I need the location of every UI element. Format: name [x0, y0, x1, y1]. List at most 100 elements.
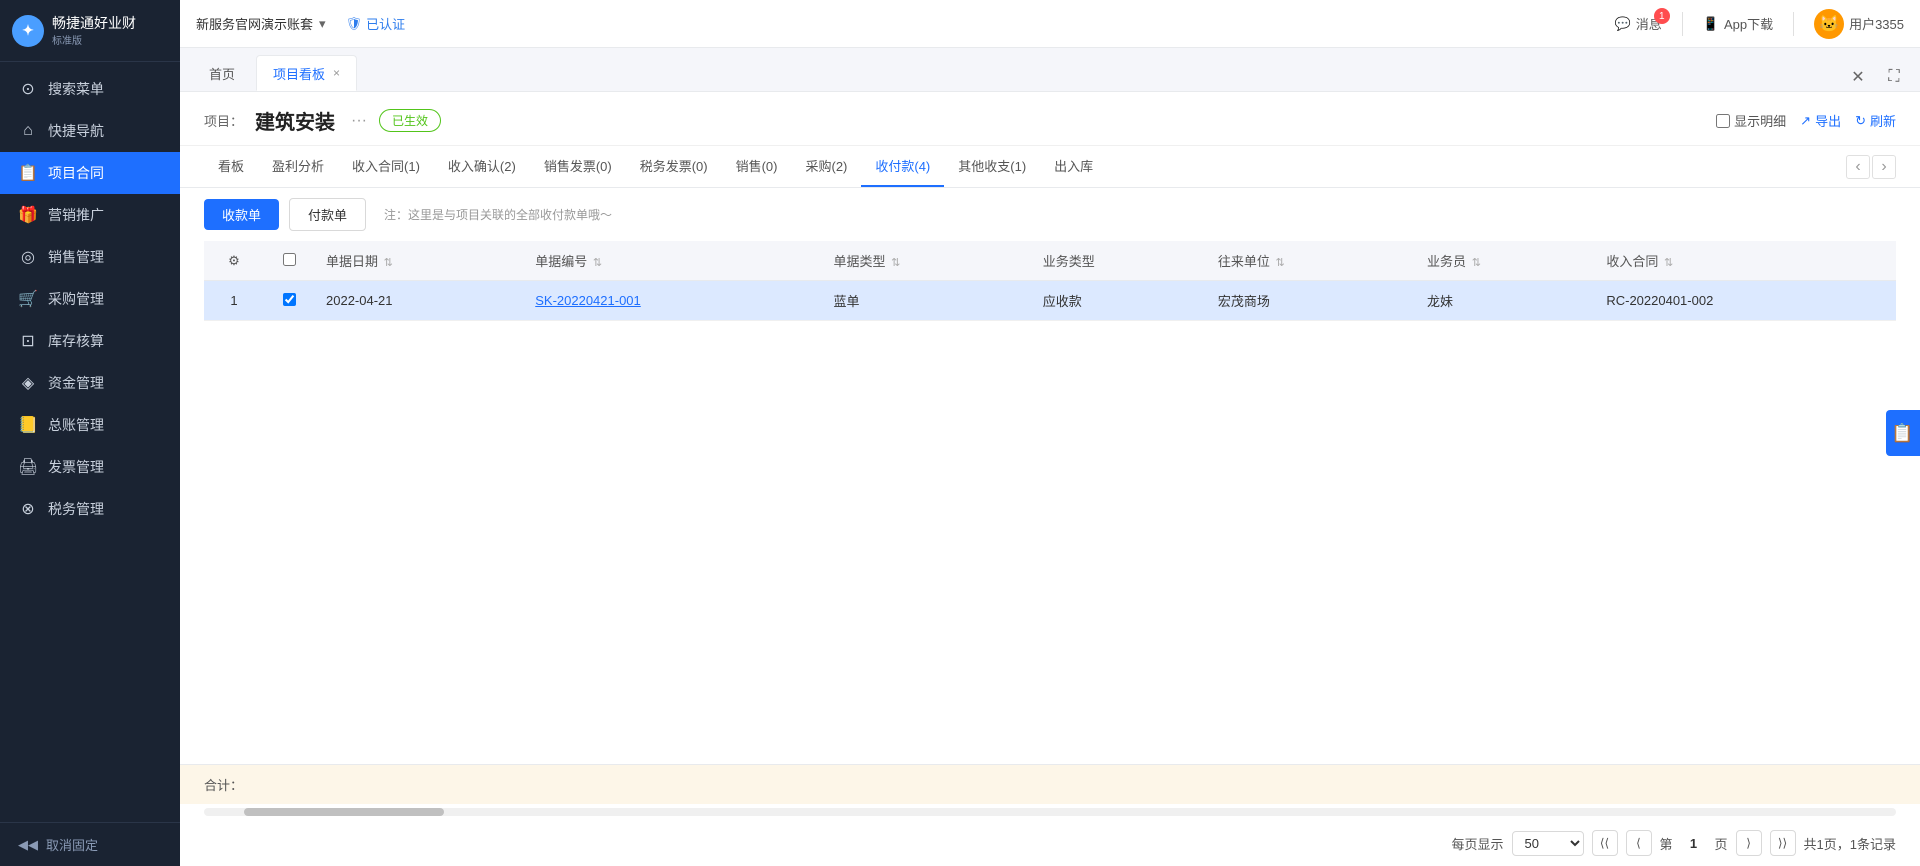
receipt-table: ⚙ 单据日期 ⇅ 单据编号 ⇅: [204, 241, 1896, 321]
content-area: 项目： 建筑安装 ··· 已生效 显示明细 ↗ 导出 ↻ 刷新: [180, 92, 1920, 866]
sub-tab-sales[interactable]: 销售(0): [722, 146, 792, 187]
maximize-window-button[interactable]: ⛶: [1880, 63, 1908, 91]
gift-icon: 🎁: [18, 205, 38, 225]
sidebar-unpin[interactable]: ◀◀ 取消固定: [0, 822, 180, 866]
sort-income-contract-icon[interactable]: ⇅: [1664, 257, 1673, 269]
sidebar-logo: ✦ 畅捷通好业财 标准版: [0, 0, 180, 62]
export-icon: ↗: [1800, 113, 1811, 129]
tab-home[interactable]: 首页: [192, 55, 252, 91]
total-info: 共1页，1条记录: [1804, 834, 1896, 853]
right-float-button[interactable]: 📋: [1886, 410, 1920, 456]
sidebar-item-capital[interactable]: ◈ 资金管理: [0, 362, 180, 404]
col-number-label: 单据编号: [535, 254, 587, 269]
sub-tab-sales-invoice[interactable]: 销售发票(0): [530, 146, 626, 187]
tab-close-icon[interactable]: ×: [333, 66, 340, 80]
sub-tab-receipt[interactable]: 收付款(4): [861, 146, 944, 187]
sort-number-icon[interactable]: ⇅: [593, 257, 602, 269]
sub-tab-tax-invoice[interactable]: 税务发票(0): [626, 146, 722, 187]
message-button[interactable]: 💬 消息 1: [1615, 14, 1662, 33]
sort-partner-icon[interactable]: ⇅: [1275, 257, 1284, 269]
invoice-icon: 🖨: [18, 457, 38, 477]
topbar-right: 💬 消息 1 📱 App下载 🐱 用户3355: [1615, 9, 1904, 39]
sidebar-item-purchase[interactable]: 🛒 采购管理: [0, 278, 180, 320]
col-salesperson: 业务员 ⇅: [1415, 241, 1594, 281]
tab-project-kanban-label: 项目看板: [273, 64, 325, 83]
cell-biz-type: 应收款: [1031, 281, 1206, 321]
settings-icon[interactable]: ⚙: [228, 253, 240, 268]
col-biz-type: 业务类型: [1031, 241, 1206, 281]
prev-page-button[interactable]: ⟨: [1626, 830, 1652, 856]
certified-label: 已认证: [366, 14, 405, 33]
last-page-button[interactable]: ⟩⟩: [1770, 830, 1796, 856]
sort-salesperson-icon[interactable]: ⇅: [1472, 257, 1481, 269]
topbar: 新服务官网演示账套 ▾ 🛡 已认证 💬 消息 1 📱 App下载 🐱 用户335…: [180, 0, 1920, 48]
tab-project-kanban[interactable]: 项目看板 ×: [256, 55, 357, 91]
per-page-select[interactable]: 50 100: [1512, 831, 1584, 856]
sub-tab-warehouse[interactable]: 出入库: [1040, 146, 1107, 187]
sub-tab-purchase[interactable]: 采购(2): [791, 146, 861, 187]
col-biz-type-label: 业务类型: [1043, 254, 1095, 269]
sub-tab-kanban[interactable]: 看板: [204, 146, 258, 187]
sidebar-item-invoice[interactable]: 🖨 发票管理: [0, 446, 180, 488]
cell-number: SK-20220421-001: [523, 281, 821, 321]
col-number: 单据编号 ⇅: [523, 241, 821, 281]
project-status-badge: 已生效: [379, 109, 441, 132]
sub-tab-prev[interactable]: ‹: [1846, 155, 1870, 179]
first-page-button[interactable]: ⟨⟨: [1592, 830, 1618, 856]
topbar-dropdown-icon[interactable]: ▾: [319, 16, 326, 32]
topbar-project: 新服务官网演示账套 ▾: [196, 14, 326, 33]
per-page-label: 每页显示: [1451, 834, 1503, 853]
user-menu-button[interactable]: 🐱 用户3355: [1814, 9, 1904, 39]
show-detail-input[interactable]: [1716, 114, 1730, 128]
sidebar-item-label: 项目合同: [48, 163, 104, 183]
col-date-label: 单据日期: [326, 254, 378, 269]
topbar-project-name: 新服务官网演示账套: [196, 14, 313, 33]
table-wrapper[interactable]: ⚙ 单据日期 ⇅ 单据编号 ⇅: [180, 241, 1920, 764]
receipt-bill-button[interactable]: 收款单: [204, 199, 279, 230]
sidebar-item-label: 总账管理: [48, 415, 104, 435]
col-type: 单据类型 ⇅: [822, 241, 1031, 281]
sub-tab-other-expense[interactable]: 其他收支(1): [944, 146, 1040, 187]
col-salesperson-label: 业务员: [1427, 254, 1466, 269]
select-all-checkbox[interactable]: [283, 253, 296, 266]
row-checkbox[interactable]: [283, 293, 296, 306]
payment-bill-button[interactable]: 付款单: [289, 198, 366, 231]
sub-tab-income-confirm[interactable]: 收入确认(2): [434, 146, 530, 187]
show-detail-checkbox[interactable]: 显示明细: [1716, 111, 1786, 130]
sub-tab-income-contract[interactable]: 收入合同(1): [338, 146, 434, 187]
sub-tab-profit[interactable]: 盈利分析: [258, 146, 338, 187]
search-icon: ⊙: [18, 79, 38, 99]
second-toolbar: 收款单 付款单 注：这里是与项目关联的全部收付款单哦～: [180, 188, 1920, 241]
app-download-button[interactable]: 📱 App下载: [1703, 14, 1773, 33]
col-partner-label: 往来单位: [1218, 254, 1270, 269]
topbar-certified: 🛡 已认证: [346, 14, 406, 33]
chat-icon: 💬: [1615, 16, 1631, 32]
sidebar-item-search[interactable]: ⊙ 搜索菜单: [0, 68, 180, 110]
cell-checkbox[interactable]: [264, 281, 314, 321]
cell-num: 1: [204, 281, 264, 321]
export-button[interactable]: ↗ 导出: [1800, 111, 1841, 130]
next-page-button[interactable]: ⟩: [1736, 830, 1762, 856]
sub-tab-next[interactable]: ›: [1872, 155, 1896, 179]
sidebar-item-label: 资金管理: [48, 373, 104, 393]
sidebar-item-contract[interactable]: 📋 项目合同: [0, 152, 180, 194]
sidebar-item-sales[interactable]: ◎ 销售管理: [0, 236, 180, 278]
horizontal-scrollbar[interactable]: [180, 804, 1920, 820]
total-label: 合计：: [204, 775, 243, 794]
receipt-number-link[interactable]: SK-20220421-001: [535, 293, 641, 308]
close-window-button[interactable]: ✕: [1844, 63, 1872, 91]
sidebar-item-marketing[interactable]: 🎁 营销推广: [0, 194, 180, 236]
scrollbar-thumb[interactable]: [244, 808, 444, 816]
unpin-label: 取消固定: [46, 835, 98, 854]
sort-type-icon[interactable]: ⇅: [891, 257, 900, 269]
table-row[interactable]: 1 2022-04-21 SK-20220421-001 蓝单 应收款 宏茂商场…: [204, 281, 1896, 321]
ledger-icon: 📒: [18, 415, 38, 435]
sidebar-item-ledger[interactable]: 📒 总账管理: [0, 404, 180, 446]
sidebar-item-quick[interactable]: ⌂ 快捷导航: [0, 110, 180, 152]
col-settings[interactable]: ⚙: [204, 241, 264, 281]
sort-date-icon[interactable]: ⇅: [384, 257, 393, 269]
refresh-button[interactable]: ↻ 刷新: [1855, 111, 1896, 130]
project-more-button[interactable]: ···: [351, 112, 367, 130]
sidebar-item-inventory[interactable]: ⊡ 库存核算: [0, 320, 180, 362]
sidebar-item-tax[interactable]: ⊗ 税务管理: [0, 488, 180, 530]
